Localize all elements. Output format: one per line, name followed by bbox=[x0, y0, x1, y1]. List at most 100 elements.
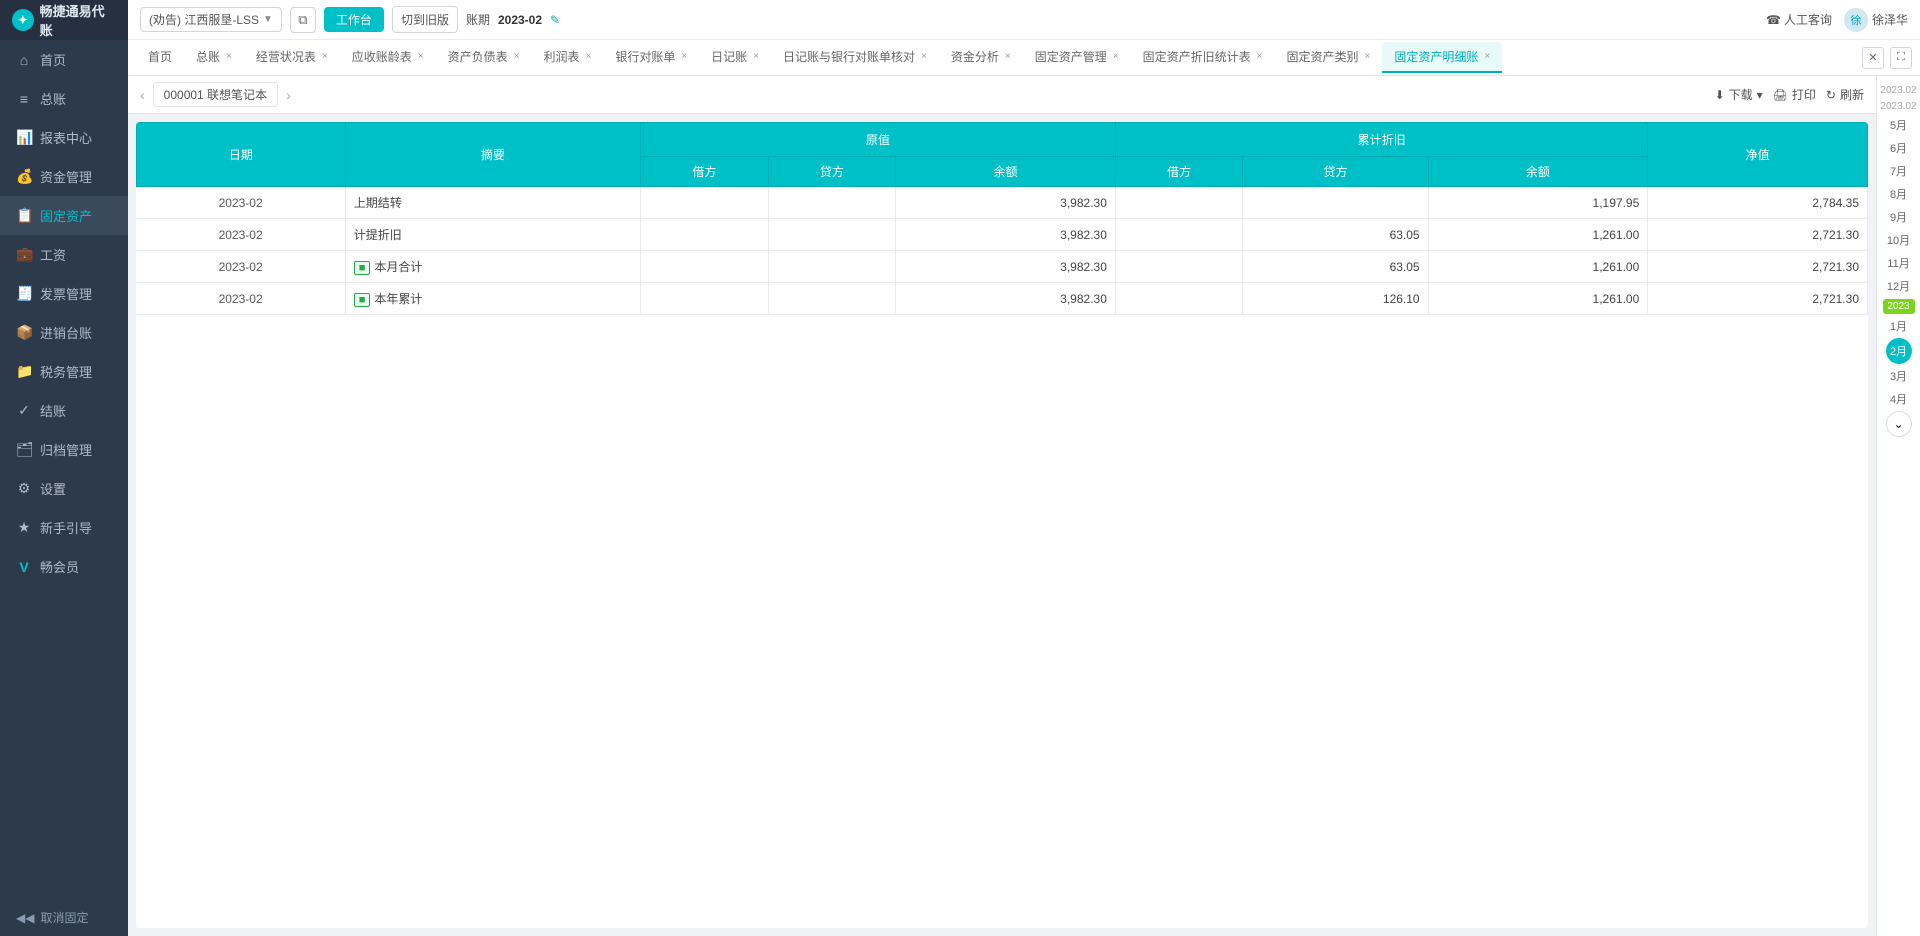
workbench-button[interactable]: 工作台 bbox=[324, 7, 384, 32]
download-icon: ⬇ bbox=[1715, 88, 1725, 102]
breadcrumb-text: 000001 联想笔记本 bbox=[164, 86, 267, 103]
year-2023-badge: 2023 bbox=[1883, 299, 1915, 314]
tab-close-all-btn[interactable]: ✕ bbox=[1862, 47, 1884, 69]
timeline-month-7[interactable]: 7月 bbox=[1883, 160, 1915, 182]
timeline-month-5[interactable]: 5月 bbox=[1883, 114, 1915, 136]
tab-fixmgr-close[interactable]: × bbox=[1113, 51, 1119, 62]
tab-fixdep[interactable]: 固定资产折旧统计表 × bbox=[1131, 42, 1275, 73]
cell-lj-c-3: 63.05 bbox=[1243, 251, 1428, 283]
cell-yz-b-1: 3,982.30 bbox=[896, 187, 1116, 219]
switch-version-button[interactable]: 切到旧版 bbox=[392, 6, 458, 33]
tab-journal-close[interactable]: × bbox=[753, 51, 759, 62]
sidebar-item-fixed[interactable]: 📋 固定资产 bbox=[0, 196, 128, 235]
sidebar-item-settings[interactable]: ⚙ 设置 bbox=[0, 469, 128, 508]
timeline-month-6[interactable]: 6月 bbox=[1883, 137, 1915, 159]
tab-fixdep-close[interactable]: × bbox=[1257, 51, 1263, 62]
sidebar-item-member[interactable]: V 畅会员 bbox=[0, 547, 128, 586]
cell-yz-d-3 bbox=[641, 251, 769, 283]
cell-desc-3: ■本月合计 bbox=[345, 251, 640, 283]
service-icon: ☎ bbox=[1766, 13, 1781, 27]
sidebar-item-reports[interactable]: 📊 报表中心 bbox=[0, 118, 128, 157]
sidebar-item-salary[interactable]: 💼 工资 bbox=[0, 235, 128, 274]
print-btn[interactable]: 🖨 打印 bbox=[1773, 86, 1816, 103]
sidebar-item-label: 发票管理 bbox=[40, 284, 92, 303]
company-selector[interactable]: (劝告) 江西服垦-LSS ▼ bbox=[140, 7, 282, 32]
copy-icon: ⧉ bbox=[298, 12, 307, 28]
tab-bank[interactable]: 银行对账单 × bbox=[603, 42, 699, 73]
timeline-month-9[interactable]: 9月 bbox=[1883, 206, 1915, 228]
timeline-month-10[interactable]: 10月 bbox=[1883, 229, 1915, 251]
sidebar-unpin-btn[interactable]: ◀◀ 取消固定 bbox=[0, 899, 128, 936]
table-container: 日期 摘要 原值 累计折旧 净值 借方 贷方 余额 借方 贷方 余额 bbox=[136, 122, 1868, 928]
tab-balance[interactable]: 资产负债表 × bbox=[436, 42, 532, 73]
period-edit-icon[interactable]: ✎ bbox=[550, 13, 560, 27]
tab-receivable-close[interactable]: × bbox=[418, 51, 424, 62]
subnav-forward-arrow[interactable]: › bbox=[286, 87, 291, 103]
tab-ledger-close[interactable]: × bbox=[226, 51, 232, 62]
sidebar-item-home[interactable]: ⌂ 首页 bbox=[0, 40, 128, 79]
sidebar-item-archive[interactable]: 🗂 归档管理 bbox=[0, 430, 128, 469]
user-name: 徐泽华 bbox=[1872, 11, 1908, 28]
tab-receivable[interactable]: 应收账龄表 × bbox=[340, 42, 436, 73]
timeline-month-1[interactable]: 1月 bbox=[1883, 315, 1915, 337]
unpin-label: 取消固定 bbox=[40, 909, 88, 926]
timeline-month-2[interactable]: 2月 bbox=[1886, 338, 1912, 364]
user-avatar-btn[interactable]: 徐 徐泽华 bbox=[1844, 8, 1908, 32]
timeline-month-12[interactable]: 12月 bbox=[1883, 275, 1915, 297]
purchase-icon: 📦 bbox=[16, 324, 32, 341]
service-btn[interactable]: ☎ 人工客询 bbox=[1766, 11, 1832, 28]
tab-bankcheck[interactable]: 日记账与银行对账单核对 × bbox=[771, 42, 939, 73]
timeline-scroll-down[interactable]: ⌄ bbox=[1886, 411, 1912, 437]
timeline-month-8[interactable]: 8月 bbox=[1883, 183, 1915, 205]
tab-operation[interactable]: 经营状况表 × bbox=[244, 42, 340, 73]
sidebar-item-label: 固定资产 bbox=[40, 206, 92, 225]
print-label: 打印 bbox=[1792, 86, 1816, 103]
tab-profit-close[interactable]: × bbox=[585, 51, 591, 62]
subnav-back-arrow[interactable]: ‹ bbox=[140, 87, 145, 103]
sidebar-item-settle[interactable]: ✓ 结账 bbox=[0, 391, 128, 430]
sidebar-item-purchase[interactable]: 📦 进销台账 bbox=[0, 313, 128, 352]
ledger-icon: ≡ bbox=[16, 91, 32, 107]
member-icon: V bbox=[16, 559, 32, 575]
service-label: 人工客询 bbox=[1784, 11, 1832, 28]
timeline-month-4[interactable]: 4月 bbox=[1883, 388, 1915, 410]
timeline-month-11[interactable]: 11月 bbox=[1883, 252, 1915, 274]
sidebar-item-tax[interactable]: 📁 税务管理 bbox=[0, 352, 128, 391]
tab-expand-btn[interactable]: ⛶ bbox=[1890, 47, 1912, 69]
table-row: 2023-02 ■本月合计 3,982.30 63.05 1,261.00 2,… bbox=[137, 251, 1868, 283]
refresh-btn[interactable]: ↻ 刷新 bbox=[1826, 86, 1864, 103]
tab-bankcheck-close[interactable]: × bbox=[921, 51, 927, 62]
tab-funds-close[interactable]: × bbox=[1005, 51, 1011, 62]
sidebar-item-guide[interactable]: ★ 新手引导 bbox=[0, 508, 128, 547]
tab-profit-label: 利润表 bbox=[543, 48, 579, 65]
tab-funds[interactable]: 资金分析 × bbox=[939, 42, 1023, 73]
tab-fixdetail-close[interactable]: × bbox=[1484, 51, 1490, 62]
tab-fixcat-close[interactable]: × bbox=[1364, 51, 1370, 62]
company-name: (劝告) 江西服垦-LSS bbox=[149, 11, 259, 28]
copy-btn[interactable]: ⧉ bbox=[290, 7, 316, 33]
tab-balance-close[interactable]: × bbox=[514, 51, 520, 62]
tab-fixdetail[interactable]: 固定资产明细账 × bbox=[1382, 42, 1502, 73]
timeline-month-3[interactable]: 3月 bbox=[1883, 365, 1915, 387]
sidebar-item-label: 首页 bbox=[40, 50, 66, 69]
tab-fixmgr[interactable]: 固定资产管理 × bbox=[1023, 42, 1131, 73]
salary-icon: 💼 bbox=[16, 246, 32, 263]
tab-operation-close[interactable]: × bbox=[322, 51, 328, 62]
tab-bank-close[interactable]: × bbox=[681, 51, 687, 62]
tab-ledger[interactable]: 总账 × bbox=[184, 42, 244, 73]
tab-fixcat[interactable]: 固定资产类别 × bbox=[1274, 42, 1382, 73]
sidebar-item-ledger[interactable]: ≡ 总账 bbox=[0, 79, 128, 118]
tab-profit[interactable]: 利润表 × bbox=[531, 42, 603, 73]
cell-yz-c-2 bbox=[768, 219, 896, 251]
download-btn[interactable]: ⬇ 下载 ▾ bbox=[1715, 86, 1763, 103]
sidebar-item-funds[interactable]: 💰 资金管理 bbox=[0, 157, 128, 196]
tag-yearly: ■ bbox=[354, 293, 371, 307]
sidebar-logo: ✦ 畅捷通易代账 bbox=[0, 0, 128, 40]
tab-journal[interactable]: 日记账 × bbox=[699, 42, 771, 73]
cell-lj-b-1: 1,197.95 bbox=[1428, 187, 1648, 219]
settle-icon: ✓ bbox=[16, 402, 32, 419]
sidebar-item-invoice[interactable]: 🧾 发票管理 bbox=[0, 274, 128, 313]
tab-journal-label: 日记账 bbox=[711, 48, 747, 65]
tab-home[interactable]: 首页 bbox=[136, 42, 184, 73]
th-yuanzhi: 原值 bbox=[641, 123, 1116, 157]
